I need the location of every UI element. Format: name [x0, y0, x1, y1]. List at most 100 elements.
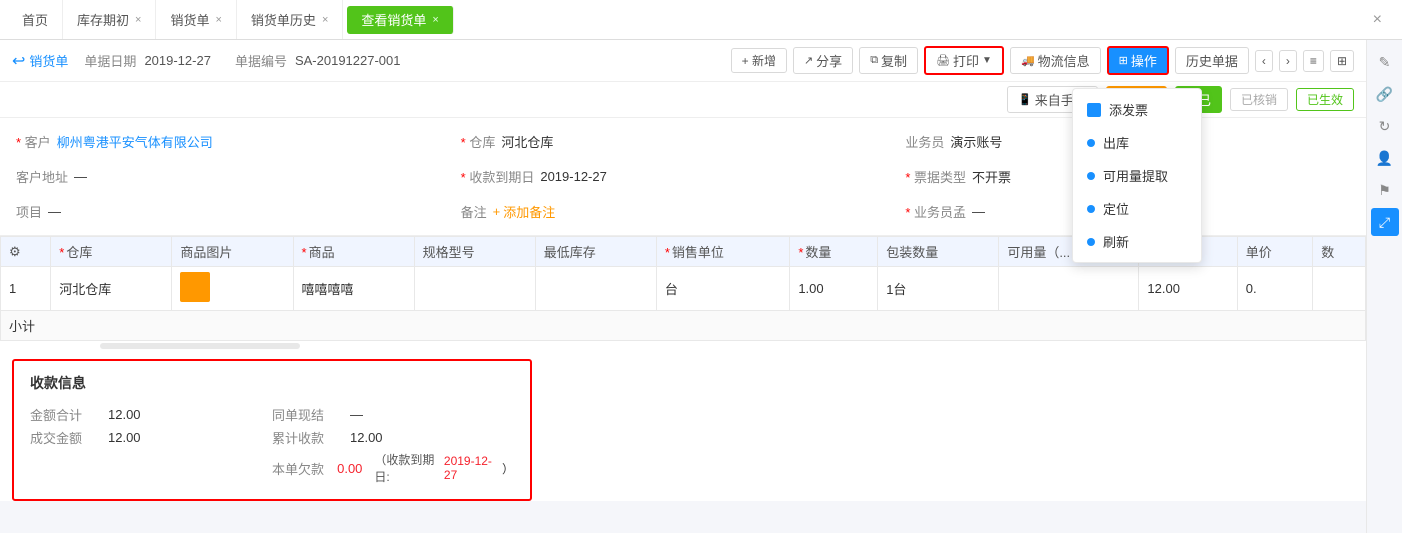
- col-pack-qty: 包装数量: [878, 237, 999, 267]
- customer-value[interactable]: 柳州粤港平安气体有限公司: [57, 132, 213, 151]
- sidebar-user-icon[interactable]: 👤: [1371, 144, 1399, 172]
- copy-button[interactable]: ⧉ 复制: [859, 47, 918, 74]
- outbound-dot: [1087, 139, 1095, 147]
- add-note-button[interactable]: + 添加备注: [493, 202, 556, 221]
- employee-label: 业务员: [905, 132, 944, 151]
- window-close-button[interactable]: ×: [1361, 11, 1394, 29]
- row-unit-price: 0.: [1237, 267, 1312, 311]
- sidebar-link-icon[interactable]: 🔗: [1371, 80, 1399, 108]
- tab-view-sales[interactable]: 查看销货单 ×: [347, 6, 453, 34]
- row-product: 嘻嘻嘻嘻: [293, 267, 414, 311]
- address-field: 客户地址 —: [16, 163, 461, 190]
- ticket-type-value: 不开票: [972, 167, 1011, 186]
- horizontal-scrollbar[interactable]: [100, 343, 300, 349]
- bottom-info-box: 收款信息 金额合计 12.00 成交金额 12.00 同单现结 —: [12, 359, 532, 501]
- date-value: 2019-12-27: [144, 53, 211, 68]
- effective-badge[interactable]: 已生效: [1296, 88, 1354, 111]
- address-value: —: [74, 169, 87, 184]
- sidebar-edit-icon[interactable]: ✎: [1371, 48, 1399, 76]
- col-model: 规格型号: [414, 237, 535, 267]
- same-order-value: —: [350, 407, 363, 422]
- col-warehouse: *仓库: [51, 237, 172, 267]
- grid-view-button[interactable]: ⊞: [1330, 50, 1354, 72]
- due-date-field: 收款到期日 2019-12-27: [461, 163, 906, 190]
- prev-button[interactable]: ‹: [1255, 50, 1273, 72]
- row-pack-qty: 1台: [878, 267, 999, 311]
- refresh-dot: [1087, 238, 1095, 246]
- tab-view-sales-close[interactable]: ×: [432, 14, 438, 26]
- due-bracket-close: ）: [502, 460, 514, 477]
- logistics-button[interactable]: 🚚 物流信息: [1010, 47, 1101, 74]
- outbound-label: 出库: [1103, 133, 1129, 152]
- due-date-label: 收款到期日: [461, 167, 535, 186]
- row-extra: [1313, 267, 1366, 311]
- col-min-stock: 最低库存: [535, 237, 656, 267]
- tab-inventory[interactable]: 库存期初 ×: [63, 0, 156, 39]
- cancelled-badge[interactable]: 已核销: [1230, 88, 1288, 111]
- bottom-info-title: 收款信息: [30, 373, 514, 393]
- tab-sales-history-close[interactable]: ×: [322, 14, 328, 26]
- tab-sales[interactable]: 销货单 ×: [156, 0, 236, 39]
- available-dot: [1087, 172, 1095, 180]
- operate-dropdown: 添发票 出库 可用量提取 定位 刷新: [1072, 88, 1202, 263]
- next-button[interactable]: ›: [1279, 50, 1297, 72]
- sidebar-flag-icon[interactable]: ⚑: [1371, 176, 1399, 204]
- sales-person-label: 业务员孟: [905, 202, 966, 221]
- doc-header: ↩ 销货单 单据日期 2019-12-27 单据编号 SA-20191227-0…: [0, 40, 1366, 82]
- doc-meta: 单据日期 2019-12-27 单据编号 SA-20191227-001: [84, 51, 400, 70]
- warehouse-label: 仓库: [461, 132, 496, 151]
- dropdown-item-locate[interactable]: 定位: [1073, 192, 1201, 225]
- address-label: 客户地址: [16, 167, 68, 186]
- refresh-label: 刷新: [1103, 232, 1129, 251]
- tab-sales-history[interactable]: 销货单历史 ×: [237, 0, 343, 39]
- this-order-due-label: 本单欠款: [272, 459, 329, 478]
- add-button[interactable]: + 新增: [731, 48, 787, 73]
- history-button[interactable]: 历史单据: [1175, 47, 1249, 74]
- row-unit: 台: [656, 267, 790, 311]
- note-field: 备注 + 添加备注: [461, 198, 906, 225]
- share-button[interactable]: ↗ 分享: [793, 47, 853, 74]
- row-product-img: [172, 267, 293, 311]
- col-unit-price: 单价: [1237, 237, 1312, 267]
- date-label: 单据日期: [84, 51, 136, 70]
- product-image: [180, 272, 210, 302]
- dropdown-item-refresh[interactable]: 刷新: [1073, 225, 1201, 258]
- sidebar-refresh-icon[interactable]: ↻: [1371, 112, 1399, 140]
- locate-dot: [1087, 205, 1095, 213]
- operate-button[interactable]: ⊞ 操作: [1107, 46, 1169, 75]
- col-extra: 数: [1313, 237, 1366, 267]
- table-row: 1 河北仓库 嘻嘻嘻嘻 台 1.00 1台 12.00 0.: [1, 267, 1366, 311]
- warehouse-value: 河北仓库: [501, 132, 553, 151]
- cumulative-value: 12.00: [350, 430, 383, 445]
- due-date-value: 2019-12-27: [540, 169, 607, 184]
- payment-rows: 同单现结 — 累计收款 12.00 本单欠款 0.00 （收款到期日: 2019…: [272, 403, 514, 487]
- doc-type-label: 销货单: [29, 51, 68, 70]
- tab-inventory-close[interactable]: ×: [135, 14, 141, 26]
- customer-label: 客户: [16, 132, 51, 151]
- subtotal-label: 小计: [1, 311, 1366, 341]
- bottom-info-grid: 金额合计 12.00 成交金额 12.00 同单现结 — 累计收款: [30, 403, 514, 487]
- customer-field: 客户 柳州粤港平安气体有限公司: [16, 128, 461, 155]
- print-button[interactable]: 🖨 打印 ▼: [924, 46, 1004, 75]
- invoice-label: 添发票: [1109, 100, 1148, 119]
- dropdown-item-available[interactable]: 可用量提取: [1073, 159, 1201, 192]
- row-stock: 12.00: [1139, 267, 1237, 311]
- row-quantity: 1.00: [790, 267, 878, 311]
- invoice-icon: [1087, 103, 1101, 117]
- tab-home[interactable]: 首页: [8, 0, 63, 39]
- tab-sales-close[interactable]: ×: [215, 14, 221, 26]
- col-unit: *销售单位: [656, 237, 790, 267]
- cumulative-label: 累计收款: [272, 428, 342, 447]
- col-settings[interactable]: ⚙: [1, 237, 51, 267]
- amount-total-label: 金额合计: [30, 405, 100, 424]
- sales-person-value: —: [972, 204, 985, 219]
- list-view-button[interactable]: ≡: [1303, 50, 1324, 72]
- this-order-due-suffix: （收款到期日:: [374, 451, 435, 485]
- sidebar-expand-icon[interactable]: ⤢: [1371, 208, 1399, 236]
- number-value: SA-20191227-001: [295, 53, 401, 68]
- project-label: 项目: [16, 202, 42, 221]
- ticket-type-label: 票据类型: [905, 167, 966, 186]
- row-warehouse: 河北仓库: [51, 267, 172, 311]
- dropdown-item-invoice[interactable]: 添发票: [1073, 93, 1201, 126]
- dropdown-item-outbound[interactable]: 出库: [1073, 126, 1201, 159]
